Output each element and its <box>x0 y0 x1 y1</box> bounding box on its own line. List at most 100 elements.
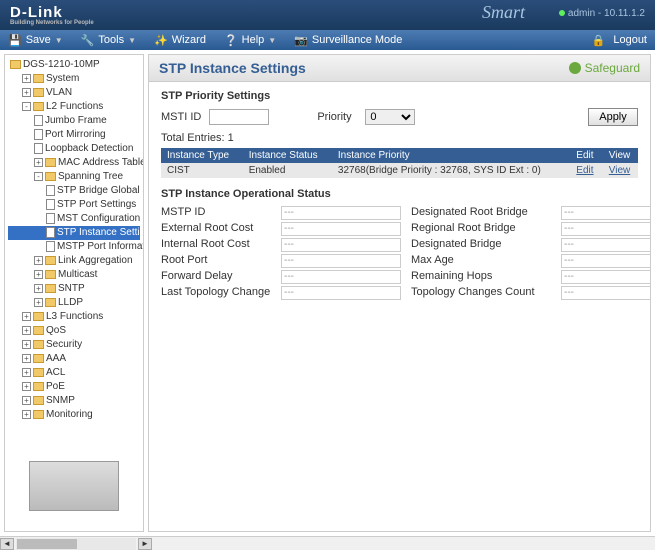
tree-acl[interactable]: +ACL <box>8 366 140 380</box>
table-header-row: Instance Type Instance Status Instance P… <box>161 148 638 163</box>
smart-label: Smart <box>482 2 525 23</box>
chevron-down-icon: ▼ <box>268 36 276 45</box>
help-menu[interactable]: ❔Help▼ <box>224 34 276 47</box>
label-reg-root-br: Regional Root Bridge <box>411 222 551 236</box>
tree-security[interactable]: +Security <box>8 338 140 352</box>
scroll-track[interactable] <box>16 538 136 550</box>
sidebar: DGS-1210-10MP +System +VLAN -L2 Function… <box>4 54 144 532</box>
save-label: Save <box>26 34 51 46</box>
tree-loopback[interactable]: Loopback Detection <box>8 142 140 156</box>
tree-l2[interactable]: -L2 Functions <box>8 100 140 114</box>
tree-aaa[interactable]: +AAA <box>8 352 140 366</box>
tree-portmirror[interactable]: Port Mirroring <box>8 128 140 142</box>
cell-priority: 32768(Bridge Priority : 32768, SYS ID Ex… <box>332 163 569 178</box>
tree-root[interactable]: DGS-1210-10MP <box>8 58 140 72</box>
plus-icon[interactable]: + <box>22 88 31 97</box>
tree-multicast[interactable]: +Multicast <box>8 268 140 282</box>
val-root-port: --- <box>281 254 401 268</box>
folder-icon <box>45 270 56 279</box>
minus-icon[interactable]: - <box>22 102 31 111</box>
plus-icon[interactable]: + <box>34 284 43 293</box>
page-icon <box>34 129 43 140</box>
label-int-root: Internal Root Cost <box>161 238 271 252</box>
scroll-thumb[interactable] <box>17 539 77 549</box>
plus-icon[interactable]: + <box>22 368 31 377</box>
tree-lldp[interactable]: +LLDP <box>8 296 140 310</box>
tree-linkagg[interactable]: +Link Aggregation <box>8 254 140 268</box>
tree-system[interactable]: +System <box>8 72 140 86</box>
label-topo-count: Topology Changes Count <box>411 286 551 300</box>
tree-stp-global[interactable]: STP Bridge Global Settings <box>8 184 140 198</box>
tree-mst-config[interactable]: MST Configuration Identific <box>8 212 140 226</box>
tree-l3[interactable]: +L3 Functions <box>8 310 140 324</box>
wizard-menu[interactable]: ✨Wizard <box>154 34 206 47</box>
msti-id-input[interactable] <box>209 109 269 125</box>
plus-icon[interactable]: + <box>22 382 31 391</box>
op-section-title: STP Instance Operational Status <box>161 188 638 200</box>
plus-icon[interactable]: + <box>34 158 43 167</box>
tree-poe[interactable]: +PoE <box>8 380 140 394</box>
plus-icon[interactable]: + <box>22 326 31 335</box>
tools-menu[interactable]: 🔧Tools▼ <box>81 34 136 47</box>
plus-icon[interactable]: + <box>22 312 31 321</box>
label-root-port: Root Port <box>161 254 271 268</box>
save-menu[interactable]: 💾Save▼ <box>8 34 63 47</box>
tree-sntp[interactable]: +SNTP <box>8 282 140 296</box>
total-entries: Total Entries: 1 <box>161 132 638 144</box>
priority-select[interactable]: 0 <box>365 109 415 125</box>
folder-icon <box>33 410 44 419</box>
tree-mstp-port[interactable]: MSTP Port Information <box>8 240 140 254</box>
tree-monitoring[interactable]: +Monitoring <box>8 408 140 422</box>
menu-left: 💾Save▼ 🔧Tools▼ ✨Wizard ❔Help▼ 📷Surveilla… <box>8 34 402 47</box>
surveillance-menu[interactable]: 📷Surveillance Mode <box>294 34 402 47</box>
val-reg-root-br: --- <box>561 222 651 236</box>
plus-icon[interactable]: + <box>22 354 31 363</box>
folder-icon <box>33 312 44 321</box>
plus-icon[interactable]: + <box>34 298 43 307</box>
folder-icon <box>33 102 44 111</box>
scroll-right-button[interactable]: ► <box>138 538 152 550</box>
brand-text: D-Link <box>10 5 94 20</box>
folder-icon <box>45 256 56 265</box>
tree-snmp[interactable]: +SNMP <box>8 394 140 408</box>
folder-icon <box>33 88 44 97</box>
label-mstp-id: MSTP ID <box>161 206 271 220</box>
plus-icon[interactable]: + <box>22 396 31 405</box>
brand-tagline: Building Networks for People <box>10 20 94 26</box>
safeguard-badge: Safeguard <box>569 61 640 75</box>
admin-text: admin - 10.11.1.2 <box>568 8 645 19</box>
label-rem-hops: Remaining Hops <box>411 270 551 284</box>
menubar: 💾Save▼ 🔧Tools▼ ✨Wizard ❔Help▼ 📷Surveilla… <box>0 30 655 50</box>
edit-link[interactable]: Edit <box>569 163 601 178</box>
wrench-icon: 🔧 <box>81 34 95 47</box>
folder-icon <box>45 284 56 293</box>
plus-icon[interactable]: + <box>22 410 31 419</box>
scroll-left-button[interactable]: ◄ <box>0 538 14 550</box>
val-des-bridge: --- <box>561 238 651 252</box>
view-link[interactable]: View <box>601 163 638 178</box>
logout-menu[interactable]: 🔒Logout <box>592 34 647 47</box>
tree-stp-port[interactable]: STP Port Settings <box>8 198 140 212</box>
tree-jumbo[interactable]: Jumbo Frame <box>8 114 140 128</box>
page-icon <box>46 199 55 210</box>
plus-icon[interactable]: + <box>22 74 31 83</box>
chevron-down-icon: ▼ <box>128 36 136 45</box>
label-ext-root: External Root Cost <box>161 222 271 236</box>
label-fwd-delay: Forward Delay <box>161 270 271 284</box>
wizard-label: Wizard <box>172 34 206 46</box>
minus-icon[interactable]: - <box>34 172 43 181</box>
plus-icon[interactable]: + <box>34 270 43 279</box>
folder-icon <box>45 172 56 181</box>
tree-stp-instance[interactable]: STP Instance Settings <box>8 226 140 240</box>
chevron-down-icon: ▼ <box>55 36 63 45</box>
apply-button[interactable]: Apply <box>588 108 638 126</box>
folder-icon <box>45 298 56 307</box>
plus-icon[interactable]: + <box>22 340 31 349</box>
col-view: View <box>601 148 638 163</box>
surveillance-label: Surveillance Mode <box>312 34 403 46</box>
tree-qos[interactable]: +QoS <box>8 324 140 338</box>
tree-mac[interactable]: +MAC Address Table <box>8 156 140 170</box>
tree-spanning[interactable]: -Spanning Tree <box>8 170 140 184</box>
tree-vlan[interactable]: +VLAN <box>8 86 140 100</box>
plus-icon[interactable]: + <box>34 256 43 265</box>
